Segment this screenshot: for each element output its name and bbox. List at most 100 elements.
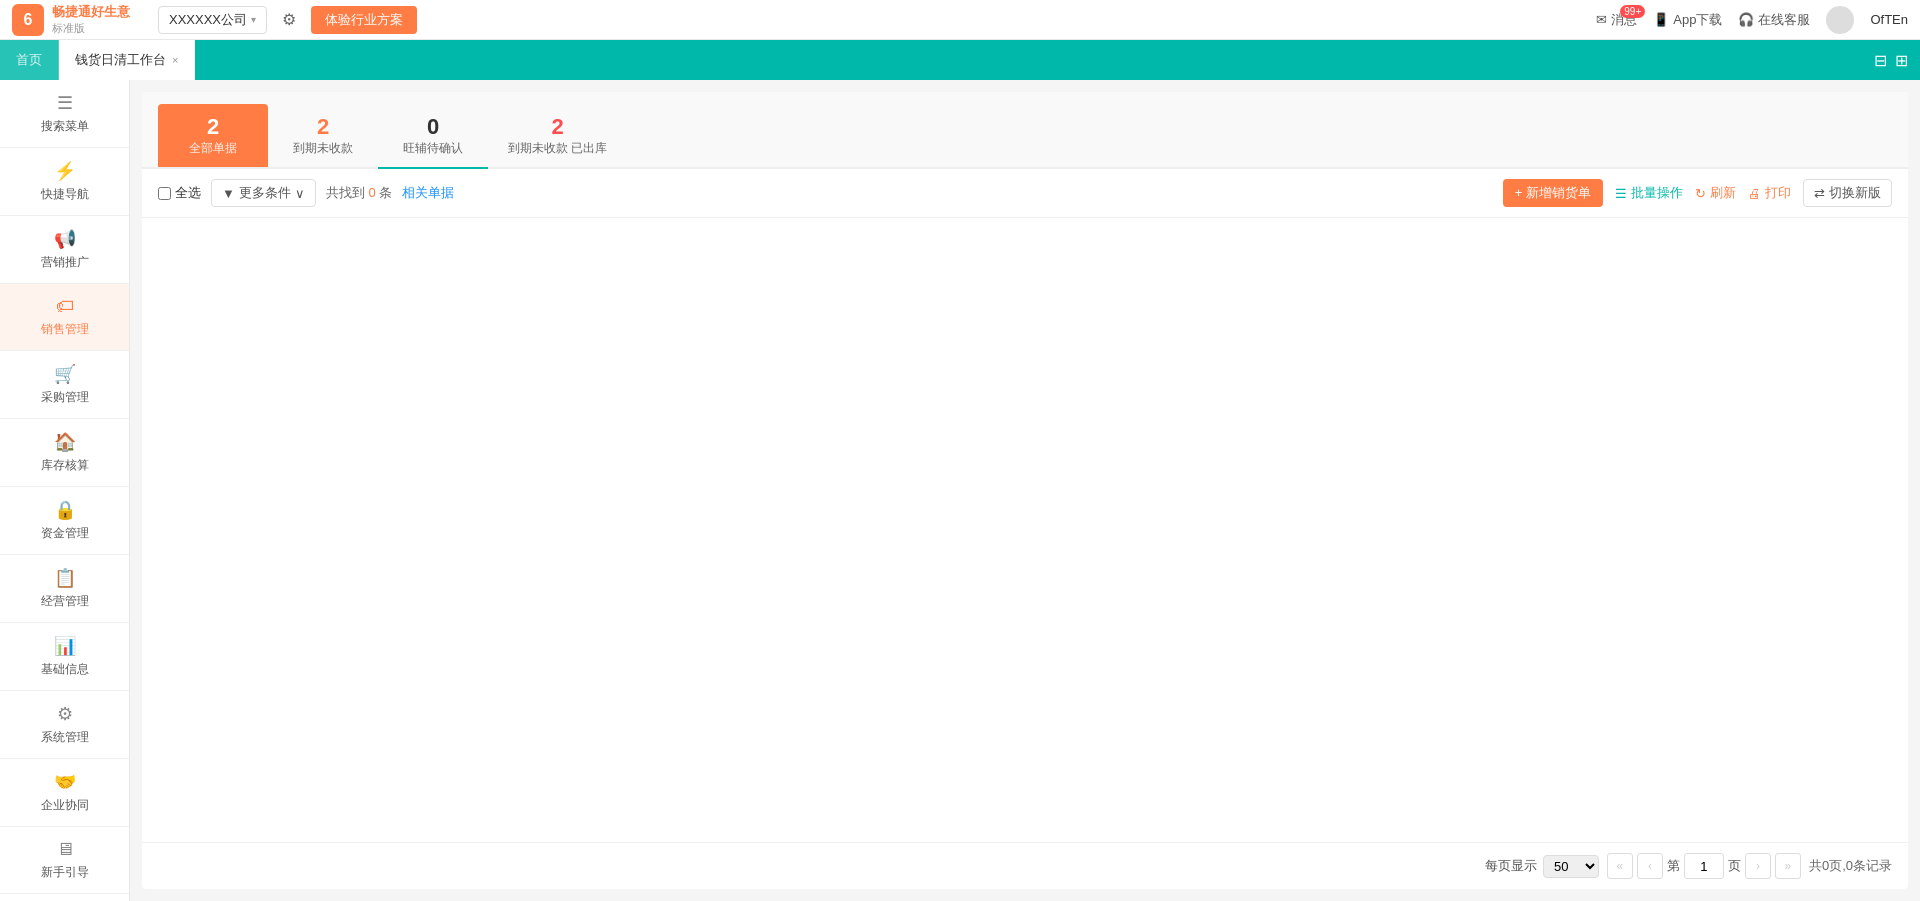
experience-button[interactable]: 体验行业方案 (311, 6, 417, 34)
sidebar-item-sales[interactable]: 🏷 销售管理 (0, 284, 129, 351)
per-page-selector: 每页显示 50 100 200 (1485, 855, 1599, 878)
app-download-icon: 📱 (1653, 12, 1669, 27)
stat-tab-overdue[interactable]: 2 到期未收款 (268, 104, 378, 167)
marketing-icon: 📢 (54, 228, 76, 250)
company-selector[interactable]: XXXXXX公司 ▾ (158, 6, 267, 34)
headset-icon: 🎧 (1738, 12, 1754, 27)
sidebar-item-purchase[interactable]: 🛒 采购管理 (0, 351, 129, 419)
guide-icon: 🖥 (56, 839, 74, 860)
stat-label-all: 全部单据 (178, 140, 248, 157)
nav-tabs-actions: ⊟ ⊞ (1874, 51, 1920, 70)
sidebar-label-basic-info: 基础信息 (41, 661, 89, 678)
per-page-label: 每页显示 (1485, 857, 1537, 875)
sidebar-item-finance[interactable]: 🔒 资金管理 (0, 487, 129, 555)
sidebar-item-system[interactable]: ⚙ 系统管理 (0, 691, 129, 759)
quick-nav-icon: ⚡ (54, 160, 76, 182)
topbar-left: 6 畅捷通好生意 标准版 XXXXXX公司 ▾ ⚙ 体验行业方案 (12, 4, 417, 36)
related-link[interactable]: 相关单据 (402, 184, 454, 202)
brand-main-name: 畅捷通好生意 (52, 4, 130, 21)
sidebar-label-inventory: 库存核算 (41, 457, 89, 474)
stat-number-wangpu: 0 (398, 114, 468, 140)
found-count: 共找到 0 条 (326, 184, 392, 202)
stat-number-overdue: 2 (288, 114, 358, 140)
page-input[interactable] (1684, 853, 1724, 879)
content-inner: 2 全部单据 2 到期未收款 0 旺辅待确认 2 到期未收款 已出库 (142, 92, 1908, 889)
sidebar-item-basic-info[interactable]: 📊 基础信息 (0, 623, 129, 691)
stat-tab-overdue-out[interactable]: 2 到期未收款 已出库 (488, 104, 627, 167)
total-records: 共0页,0条记录 (1809, 857, 1892, 875)
pagination: 每页显示 50 100 200 « ‹ 第 页 (142, 842, 1908, 889)
toolbar-right: + 新增销货单 ☰ 批量操作 ↻ 刷新 🖨 打印 ⇄ (1503, 179, 1892, 207)
filter-label: 更多条件 (239, 184, 291, 202)
tab-close-icon[interactable]: × (172, 54, 178, 66)
select-all-text: 全选 (175, 184, 201, 202)
brand-sub-name: 标准版 (52, 21, 130, 35)
next-page-button[interactable]: › (1745, 853, 1771, 879)
sidebar: ☰ 搜索菜单 ⚡ 快捷导航 📢 营销推广 🏷 销售管理 🛒 采购管理 🏠 库存核… (0, 80, 130, 901)
tab-expand-icon[interactable]: ⊞ (1895, 51, 1908, 70)
sidebar-item-marketing[interactable]: 📢 营销推广 (0, 216, 129, 284)
main-layout: ☰ 搜索菜单 ⚡ 快捷导航 📢 营销推广 🏷 销售管理 🛒 采购管理 🏠 库存核… (0, 80, 1920, 901)
stat-tab-wangpu[interactable]: 0 旺辅待确认 (378, 104, 488, 169)
username: OfTEn (1870, 12, 1908, 27)
select-all-checkbox[interactable] (158, 187, 171, 200)
messages-badge: 99+ (1620, 5, 1645, 18)
online-service-item[interactable]: 🎧 在线客服 (1738, 11, 1810, 29)
toolbar-left: 全选 ▼ 更多条件 ∨ 共找到 0 条 相关单据 (158, 179, 1491, 207)
tab-home[interactable]: 首页 (0, 40, 59, 80)
filter-dropdown-icon: ∨ (295, 186, 305, 201)
sidebar-item-operations[interactable]: 📋 经营管理 (0, 555, 129, 623)
last-page-button[interactable]: » (1775, 853, 1801, 879)
page-unit: 页 (1728, 857, 1741, 875)
sidebar-item-guide[interactable]: 🖥 新手引导 (0, 827, 129, 894)
page-nav: « ‹ 第 页 › » (1607, 853, 1801, 879)
refresh-icon: ↻ (1695, 186, 1706, 201)
print-label: 打印 (1765, 184, 1791, 202)
app-download-label: App下载 (1673, 11, 1722, 29)
enterprise-icon: 🤝 (54, 771, 76, 793)
switch-icon: ⇄ (1814, 186, 1825, 201)
tab-daily-work[interactable]: 钱货日清工作台 × (59, 40, 195, 80)
switch-version-button[interactable]: ⇄ 切换新版 (1803, 179, 1892, 207)
stat-label-wangpu: 旺辅待确认 (398, 140, 468, 157)
brand-logo: 6 (12, 4, 44, 36)
prev-page-button[interactable]: ‹ (1637, 853, 1663, 879)
settings-button[interactable]: ⚙ (275, 6, 303, 34)
count-number: 0 (369, 185, 376, 200)
sidebar-item-quick-nav[interactable]: ⚡ 快捷导航 (0, 148, 129, 216)
batch-operation-button[interactable]: ☰ 批量操作 (1615, 184, 1683, 202)
messages-item[interactable]: ✉ 消息 99+ (1596, 11, 1637, 29)
per-page-select[interactable]: 50 100 200 (1543, 855, 1599, 878)
stats-tabs: 2 全部单据 2 到期未收款 0 旺辅待确认 2 到期未收款 已出库 (142, 92, 1908, 169)
sidebar-item-inventory[interactable]: 🏠 库存核算 (0, 419, 129, 487)
page-label: 第 (1667, 857, 1680, 875)
inventory-icon: 🏠 (54, 431, 76, 453)
print-button[interactable]: 🖨 打印 (1748, 184, 1791, 202)
add-sales-order-button[interactable]: + 新增销货单 (1503, 179, 1603, 207)
operations-icon: 📋 (54, 567, 76, 589)
topbar-right: ✉ 消息 99+ 📱 App下载 🎧 在线客服 OfTEn (1596, 6, 1908, 34)
purchase-icon: 🛒 (54, 363, 76, 385)
refresh-button[interactable]: ↻ 刷新 (1695, 184, 1736, 202)
search-menu-icon: ☰ (57, 92, 73, 114)
sidebar-label-system: 系统管理 (41, 729, 89, 746)
nav-tabs: 首页 钱货日清工作台 × ⊟ ⊞ (0, 40, 1920, 80)
select-all-label[interactable]: 全选 (158, 184, 201, 202)
sidebar-label-marketing: 营销推广 (41, 254, 89, 271)
first-page-button[interactable]: « (1607, 853, 1633, 879)
refresh-label: 刷新 (1710, 184, 1736, 202)
filter-button[interactable]: ▼ 更多条件 ∨ (211, 179, 316, 207)
stat-tab-all[interactable]: 2 全部单据 (158, 104, 268, 167)
brand-text: 畅捷通好生意 标准版 (52, 4, 130, 35)
avatar[interactable] (1826, 6, 1854, 34)
company-dropdown-icon: ▾ (251, 14, 256, 25)
sidebar-label-operations: 经营管理 (41, 593, 89, 610)
sidebar-item-enterprise[interactable]: 🤝 企业协同 (0, 759, 129, 827)
toolbar: 全选 ▼ 更多条件 ∨ 共找到 0 条 相关单据 + 新增销货单 (142, 169, 1908, 218)
stat-label-overdue: 到期未收款 (288, 140, 358, 157)
app-download-item[interactable]: 📱 App下载 (1653, 11, 1722, 29)
sidebar-item-search-menu[interactable]: ☰ 搜索菜单 (0, 80, 129, 148)
tab-collapse-icon[interactable]: ⊟ (1874, 51, 1887, 70)
company-name: XXXXXX公司 (169, 11, 247, 29)
sidebar-item-app-center[interactable]: 📦 应用中心 (0, 894, 129, 901)
